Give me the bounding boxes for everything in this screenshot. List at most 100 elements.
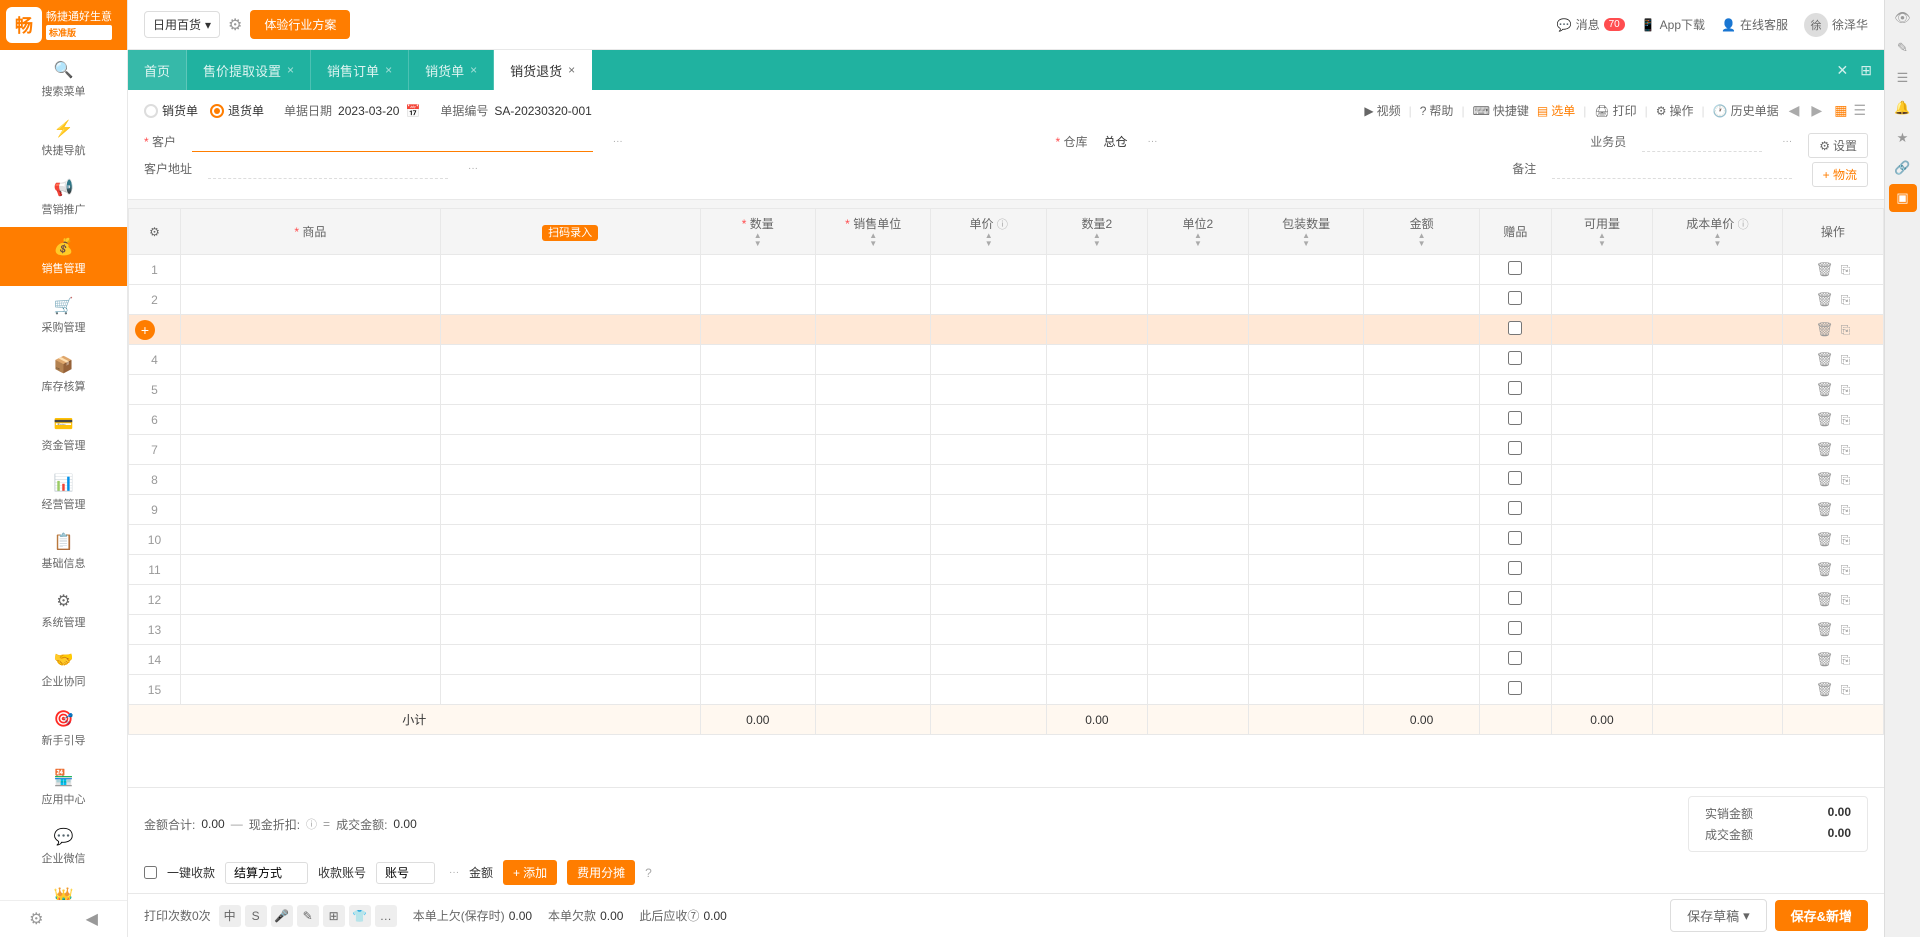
row-amount-13[interactable] [1364, 615, 1479, 645]
row-gift-11[interactable] [1479, 555, 1551, 585]
sidebar-item-wechat[interactable]: 💬 企业微信 [0, 817, 127, 876]
discount-info[interactable]: ⓘ [306, 816, 317, 832]
radio-delivery[interactable]: 销货单 [144, 102, 198, 119]
row-unit-6[interactable] [815, 405, 930, 435]
sidebar-collapse-icon[interactable]: ◀ [86, 909, 98, 929]
row-qty2-15[interactable] [1046, 675, 1147, 705]
sidebar-item-purchase[interactable]: 🛒 采购管理 [0, 286, 127, 345]
row-qty2-4[interactable] [1046, 345, 1147, 375]
app-download-item[interactable]: 📱 App下载 [1641, 16, 1705, 33]
user-item[interactable]: 徐 徐泽华 [1804, 13, 1868, 37]
row-goods-10[interactable] [180, 525, 440, 555]
toolbar-help[interactable]: ? 帮助 [1420, 102, 1454, 119]
row-delete-14[interactable]: 🗑 [1816, 651, 1834, 667]
right-bell-icon[interactable]: 🔔 [1889, 94, 1917, 122]
row-price-2[interactable] [931, 285, 1046, 315]
row-qty-5[interactable] [700, 375, 815, 405]
goods-input-5[interactable] [187, 383, 434, 397]
row-qty2-8[interactable] [1046, 465, 1147, 495]
avail-sort-icon[interactable]: ▲▼ [1560, 232, 1644, 248]
row-qty-11[interactable] [700, 555, 815, 585]
row-unit-4[interactable] [815, 345, 930, 375]
row-unit2-9[interactable] [1147, 495, 1248, 525]
experience-btn[interactable]: 体验行业方案 [250, 10, 350, 39]
row-gift-4[interactable] [1479, 345, 1551, 375]
row-delete-5[interactable]: 🗑 [1816, 381, 1834, 397]
date-value[interactable]: 2023-03-20 [338, 104, 399, 118]
tab-sales-return-close[interactable]: × [568, 63, 575, 77]
goods-input-1[interactable] [187, 263, 434, 277]
row-qty-10[interactable] [700, 525, 815, 555]
goods-input-12[interactable] [187, 593, 434, 607]
row-gift-10[interactable] [1479, 525, 1551, 555]
row-unit-3[interactable] [815, 315, 930, 345]
row-goods-9[interactable] [180, 495, 440, 525]
gift-checkbox-4[interactable] [1508, 351, 1522, 365]
goods-input-13[interactable] [187, 623, 434, 637]
row-unit-12[interactable] [815, 585, 930, 615]
row-gift-6[interactable] [1479, 405, 1551, 435]
tab-sales-order-close[interactable]: × [385, 63, 392, 77]
row-copy-5[interactable]: ⎘ [1841, 383, 1851, 397]
row-goods-15[interactable] [180, 675, 440, 705]
gift-checkbox-6[interactable] [1508, 411, 1522, 425]
row-goods-7[interactable] [180, 435, 440, 465]
row-packqty-9[interactable] [1248, 495, 1363, 525]
setting-btn[interactable]: ⚙ 设置 [1808, 133, 1868, 158]
row-copy-8[interactable]: ⎘ [1841, 473, 1851, 487]
row-unit2-4[interactable] [1147, 345, 1248, 375]
row-packqty-5[interactable] [1248, 375, 1363, 405]
row-delete-2[interactable]: 🗑 [1816, 291, 1834, 307]
gift-checkbox-9[interactable] [1508, 501, 1522, 515]
row-price-15[interactable] [931, 675, 1046, 705]
row-delete-11[interactable]: 🗑 [1816, 561, 1834, 577]
row-copy-1[interactable]: ⎘ [1841, 263, 1851, 277]
row-amount-12[interactable] [1364, 585, 1479, 615]
toolbar-history[interactable]: 🕐 历史单据 [1713, 102, 1779, 119]
row-unit2-12[interactable] [1147, 585, 1248, 615]
settlement-select[interactable]: 结算方式 [225, 862, 308, 884]
tab-sales-return[interactable]: 销货退货 × [494, 50, 592, 90]
row-goods-13[interactable] [180, 615, 440, 645]
sidebar-item-member[interactable]: 👑 畅会员 [0, 876, 127, 900]
right-star-icon[interactable]: ★ [1889, 124, 1917, 152]
row-copy-11[interactable]: ⎘ [1841, 563, 1851, 577]
row-qty-6[interactable] [700, 405, 815, 435]
online-service-item[interactable]: 👤 在线客服 [1721, 16, 1788, 33]
right-eye-icon[interactable]: 👁 [1889, 4, 1917, 32]
row-amount-5[interactable] [1364, 375, 1479, 405]
row-qty2-10[interactable] [1046, 525, 1147, 555]
toolbar-video[interactable]: ▶ 视频 [1364, 102, 1400, 119]
row-gift-8[interactable] [1479, 465, 1551, 495]
goods-input-6[interactable] [187, 413, 434, 427]
row-gift-14[interactable] [1479, 645, 1551, 675]
row-unit2-2[interactable] [1147, 285, 1248, 315]
row-delete-10[interactable]: 🗑 [1816, 531, 1834, 547]
row-unit-10[interactable] [815, 525, 930, 555]
cost-info-icon[interactable]: ⓘ [1738, 219, 1749, 231]
row-unit2-3[interactable] [1147, 315, 1248, 345]
gift-checkbox-15[interactable] [1508, 681, 1522, 695]
price-sort-icon[interactable]: ▲▼ [939, 232, 1037, 248]
row-unit2-1[interactable] [1147, 255, 1248, 285]
row-delete-13[interactable]: 🗑 [1816, 621, 1834, 637]
row-copy-4[interactable]: ⎘ [1841, 353, 1851, 367]
row-unit2-7[interactable] [1147, 435, 1248, 465]
industry-select[interactable]: 日用百货 ▾ [144, 11, 220, 38]
row-copy-15[interactable]: ⎘ [1841, 683, 1851, 697]
gift-checkbox-3[interactable] [1508, 321, 1522, 335]
add-logistics-btn[interactable]: + 物流 [1812, 162, 1868, 187]
save-new-btn[interactable]: 保存&新增 [1775, 900, 1868, 931]
row-price-1[interactable] [931, 255, 1046, 285]
row-copy-3[interactable]: ⎘ [1841, 323, 1851, 337]
goods-input-14[interactable] [187, 653, 434, 667]
row-copy-14[interactable]: ⎘ [1841, 653, 1851, 667]
goods-input-4[interactable] [187, 353, 434, 367]
goods-input-15[interactable] [187, 683, 434, 697]
unit-sort-icon[interactable]: ▲▼ [824, 232, 922, 248]
row-qty2-13[interactable] [1046, 615, 1147, 645]
row-price-3[interactable] [931, 315, 1046, 345]
row-price-13[interactable] [931, 615, 1046, 645]
calendar-icon[interactable]: 📅 [405, 104, 420, 118]
row-goods-6[interactable] [180, 405, 440, 435]
